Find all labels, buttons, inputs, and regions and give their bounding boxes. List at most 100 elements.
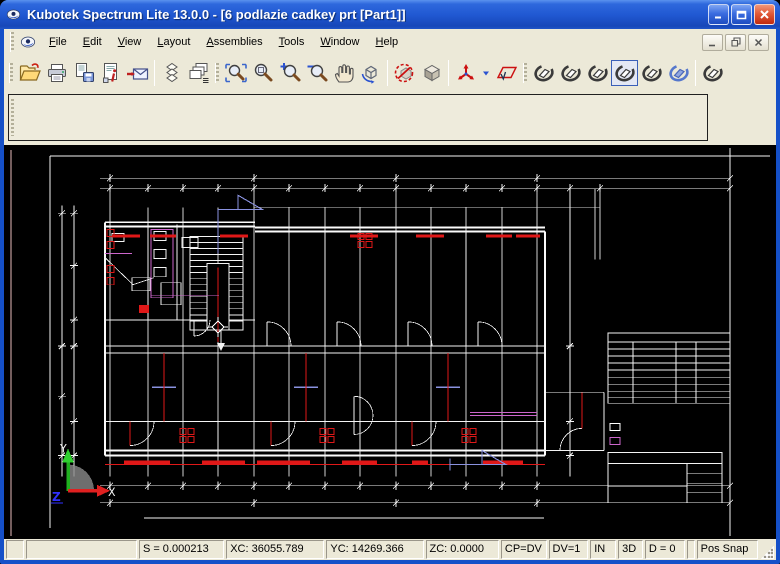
child-restore-button[interactable] <box>725 33 746 51</box>
child-close-button[interactable] <box>748 33 769 51</box>
cplane-7-icon <box>701 61 725 85</box>
print-to-file-icon <box>72 61 96 85</box>
zoom-out-button[interactable] <box>303 60 330 86</box>
toolbar-grip[interactable] <box>9 63 13 83</box>
axis-x-label: X <box>108 486 116 499</box>
pan-icon <box>332 61 356 85</box>
status-dv: DV=1 <box>548 540 589 559</box>
levels-button[interactable] <box>158 60 185 86</box>
close-icon <box>760 10 769 19</box>
minimize-icon <box>715 16 721 19</box>
app-body: File Edit View Layout Assemblies Tools Window H… <box>4 29 776 560</box>
cplane-6-button[interactable] <box>665 60 692 86</box>
child-minimize-icon <box>709 44 715 46</box>
toolbar-sep <box>387 60 388 86</box>
menu-assemblies[interactable]: Assemblies <box>198 33 270 51</box>
prompt-history-box[interactable] <box>8 94 708 141</box>
staircase <box>189 236 244 352</box>
structural-grid <box>109 189 601 477</box>
axis-y-label: Y <box>59 443 67 456</box>
child-restore-icon <box>730 37 741 47</box>
print-button[interactable] <box>43 60 70 86</box>
child-close-icon <box>754 38 763 46</box>
axes-dropdown-button[interactable] <box>479 60 493 86</box>
child-minimize-button[interactable] <box>702 33 723 51</box>
maximize-icon <box>736 10 747 20</box>
menu-layout[interactable]: Layout <box>149 33 198 51</box>
document-icon <box>19 34 37 50</box>
cplane-3-icon <box>586 61 610 85</box>
menu-edit[interactable]: Edit <box>75 33 110 51</box>
layers-icon <box>187 61 211 85</box>
toolbar-grip[interactable] <box>215 63 219 83</box>
open-file-icon <box>18 61 42 85</box>
cplane-7-button[interactable] <box>699 60 726 86</box>
cplane-1-button[interactable] <box>530 60 557 86</box>
layers-button[interactable] <box>185 60 212 86</box>
pan-button[interactable] <box>330 60 357 86</box>
toolbar-grip[interactable] <box>523 63 527 83</box>
axis-z-label: Z <box>52 490 61 504</box>
shaded-view-icon <box>420 61 444 85</box>
cplane-2-button[interactable] <box>557 60 584 86</box>
minimize-button[interactable] <box>708 4 729 25</box>
status-mode: 3D <box>618 540 643 559</box>
construction-axes-button[interactable] <box>452 60 479 86</box>
legend-table <box>607 332 731 404</box>
cplane-4-icon <box>613 61 637 85</box>
send-mail-button[interactable] <box>124 60 151 86</box>
blank-entities-button[interactable] <box>391 60 418 86</box>
status-bar: S = 0.000213 XC: 36055.789 YC: 14269.366 ZC… <box>4 539 776 560</box>
resize-grip[interactable] <box>760 540 774 559</box>
cplane-3-button[interactable] <box>584 60 611 86</box>
zoom-window-icon <box>224 61 248 85</box>
file-properties-button[interactable] <box>97 60 124 86</box>
status-gap <box>686 540 695 559</box>
window-controls <box>708 4 775 25</box>
open-file-button[interactable] <box>16 60 43 86</box>
title-block <box>607 452 723 504</box>
cplane-5-button[interactable] <box>638 60 665 86</box>
zoom-fit-button[interactable] <box>249 60 276 86</box>
print-to-file-button[interactable] <box>70 60 97 86</box>
blank-entities-icon <box>393 61 417 85</box>
levels-icon <box>160 61 184 85</box>
cplane-6-icon <box>667 61 691 85</box>
app-window: Kubotek Spectrum Lite 13.0.0 - [6 podlaz… <box>0 0 780 564</box>
status-zc: ZC: 0.0000 <box>425 540 499 559</box>
menu-tools[interactable]: Tools <box>271 33 313 51</box>
send-mail-icon <box>126 61 150 85</box>
cplane-4-button[interactable] <box>611 60 638 86</box>
print-icon <box>45 61 69 85</box>
status-snap[interactable]: Pos Snap <box>696 540 759 559</box>
main-toolbar <box>4 55 776 91</box>
status-depth: D = 0 <box>644 540 685 559</box>
menu-file[interactable]: File <box>41 33 75 51</box>
rotate-view-button[interactable] <box>357 60 384 86</box>
zoom-in-button[interactable] <box>276 60 303 86</box>
status-scale: S = 0.000213 <box>138 540 225 559</box>
close-button[interactable] <box>754 4 775 25</box>
maximize-button[interactable] <box>731 4 752 25</box>
zoom-out-icon <box>305 61 329 85</box>
legend-swatches <box>609 422 621 446</box>
zoom-in-icon <box>278 61 302 85</box>
view-plane-icon <box>495 61 519 85</box>
menu-view[interactable]: View <box>110 33 150 51</box>
menubar-grip[interactable] <box>10 32 14 52</box>
zoom-window-button[interactable] <box>222 60 249 86</box>
title-bar: Kubotek Spectrum Lite 13.0.0 - [6 podlaz… <box>0 0 780 29</box>
axis-triad: Y X Z <box>51 443 116 504</box>
menu-help[interactable]: Help <box>368 33 407 51</box>
status-left <box>6 540 24 559</box>
status-units: IN <box>590 540 617 559</box>
view-plane-button[interactable] <box>493 60 520 86</box>
rotate-view-icon <box>359 61 383 85</box>
toolbar-sep <box>448 60 449 86</box>
shaded-view-button[interactable] <box>418 60 445 86</box>
floor-plan-svg: Y X Z <box>10 148 770 536</box>
axes-dropdown-icon <box>480 65 492 81</box>
menu-window[interactable]: Window <box>312 33 367 51</box>
drawing-canvas[interactable]: Y X Z <box>4 145 776 539</box>
cplane-1-icon <box>532 61 556 85</box>
